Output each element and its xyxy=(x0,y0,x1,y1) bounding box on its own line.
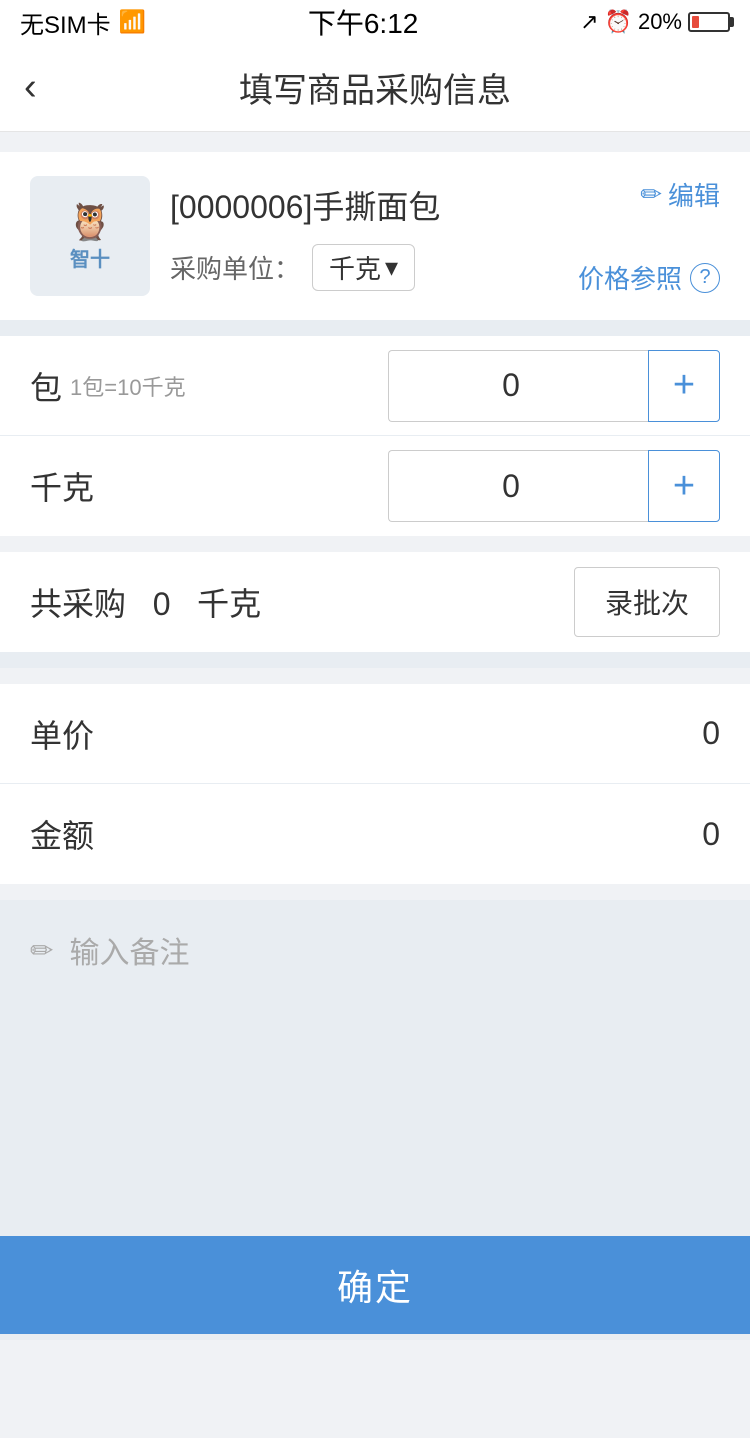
bao-plus-button[interactable]: + xyxy=(648,350,720,422)
separator-2 xyxy=(0,652,750,668)
price-ref-button[interactable]: 价格参照 ? xyxy=(578,259,720,296)
kg-label: 千克 xyxy=(30,463,94,509)
unit-price-value: 0 xyxy=(702,715,720,752)
notes-placeholder: 输入备注 xyxy=(69,928,189,972)
product-image: 🦉 智十 xyxy=(30,176,150,296)
battery-fill xyxy=(692,16,699,28)
input-section: 包 1包=10千克 + 千克 + xyxy=(0,336,750,536)
carrier-label: 无SIM卡 xyxy=(20,5,111,40)
unit-price-label: 单价 xyxy=(30,711,94,757)
bao-sublabel: 1包=10千克 xyxy=(70,370,186,402)
product-card: 🦉 智十 [0000006]手撕面包 采购单位： 千克 ▾ ✏ 编辑 价格参照 … xyxy=(0,152,750,320)
unit-select[interactable]: 千克 ▾ xyxy=(312,244,415,291)
edit-label: 编辑 xyxy=(668,176,720,213)
battery-icon xyxy=(688,12,730,32)
product-name: [0000006]手撕面包 xyxy=(170,182,720,228)
battery-percent: 20% xyxy=(638,9,682,35)
kg-input-row: 千克 + xyxy=(0,436,750,536)
price-ref-help-icon: ? xyxy=(690,263,720,293)
confirm-button[interactable]: 确定 xyxy=(0,1236,750,1334)
kg-plus-button[interactable]: + xyxy=(648,450,720,522)
product-owl-logo: 🦉 xyxy=(68,201,113,243)
bao-input-row: 包 1包=10千克 + xyxy=(0,336,750,436)
status-bar-left: 无SIM卡 📶 xyxy=(20,5,146,40)
product-logo-text: 智十 xyxy=(70,243,110,272)
amount-value: 0 xyxy=(702,816,720,853)
unit-price-row: 单价 0 xyxy=(0,684,750,784)
alarm-icon: ⏰ xyxy=(605,9,632,35)
price-section: 单价 0 金额 0 xyxy=(0,684,750,884)
unit-value: 千克 xyxy=(329,249,381,286)
status-bar-right: ↗ ⏰ 20% xyxy=(580,9,730,35)
summary-row: 共采购 0 千克 录批次 xyxy=(0,552,750,652)
status-bar: 无SIM卡 📶 下午6:12 ↗ ⏰ 20% xyxy=(0,0,750,44)
nav-bar: ‹ 填写商品采购信息 xyxy=(0,44,750,132)
price-ref-label: 价格参照 xyxy=(578,259,682,296)
wifi-icon: 📶 xyxy=(119,9,146,35)
kg-field-wrapper: + xyxy=(388,450,720,522)
location-icon: ↗ xyxy=(580,9,598,35)
status-bar-time: 下午6:12 xyxy=(308,2,419,42)
unit-dropdown-icon: ▾ xyxy=(385,252,398,283)
kg-input[interactable] xyxy=(388,450,648,522)
amount-label: 金额 xyxy=(30,811,94,857)
edit-button[interactable]: ✏ 编辑 xyxy=(640,176,720,213)
amount-row: 金额 0 xyxy=(0,784,750,884)
separator-1 xyxy=(0,320,750,336)
pencil-icon: ✏ xyxy=(30,934,53,967)
back-button[interactable]: ‹ xyxy=(24,66,37,109)
unit-label: 采购单位： xyxy=(170,249,300,286)
bao-input[interactable] xyxy=(388,350,648,422)
edit-icon: ✏ xyxy=(640,179,662,210)
summary-label: 共采购 0 千克 xyxy=(30,579,261,625)
bao-label: 包 xyxy=(30,363,62,409)
bao-field-wrapper: + xyxy=(388,350,720,422)
nav-title: 填写商品采购信息 xyxy=(239,63,511,112)
record-batch-button[interactable]: 录批次 xyxy=(574,567,720,637)
summary-section: 共采购 0 千克 录批次 xyxy=(0,552,750,652)
notes-section[interactable]: ✏ 输入备注 xyxy=(0,900,750,1000)
